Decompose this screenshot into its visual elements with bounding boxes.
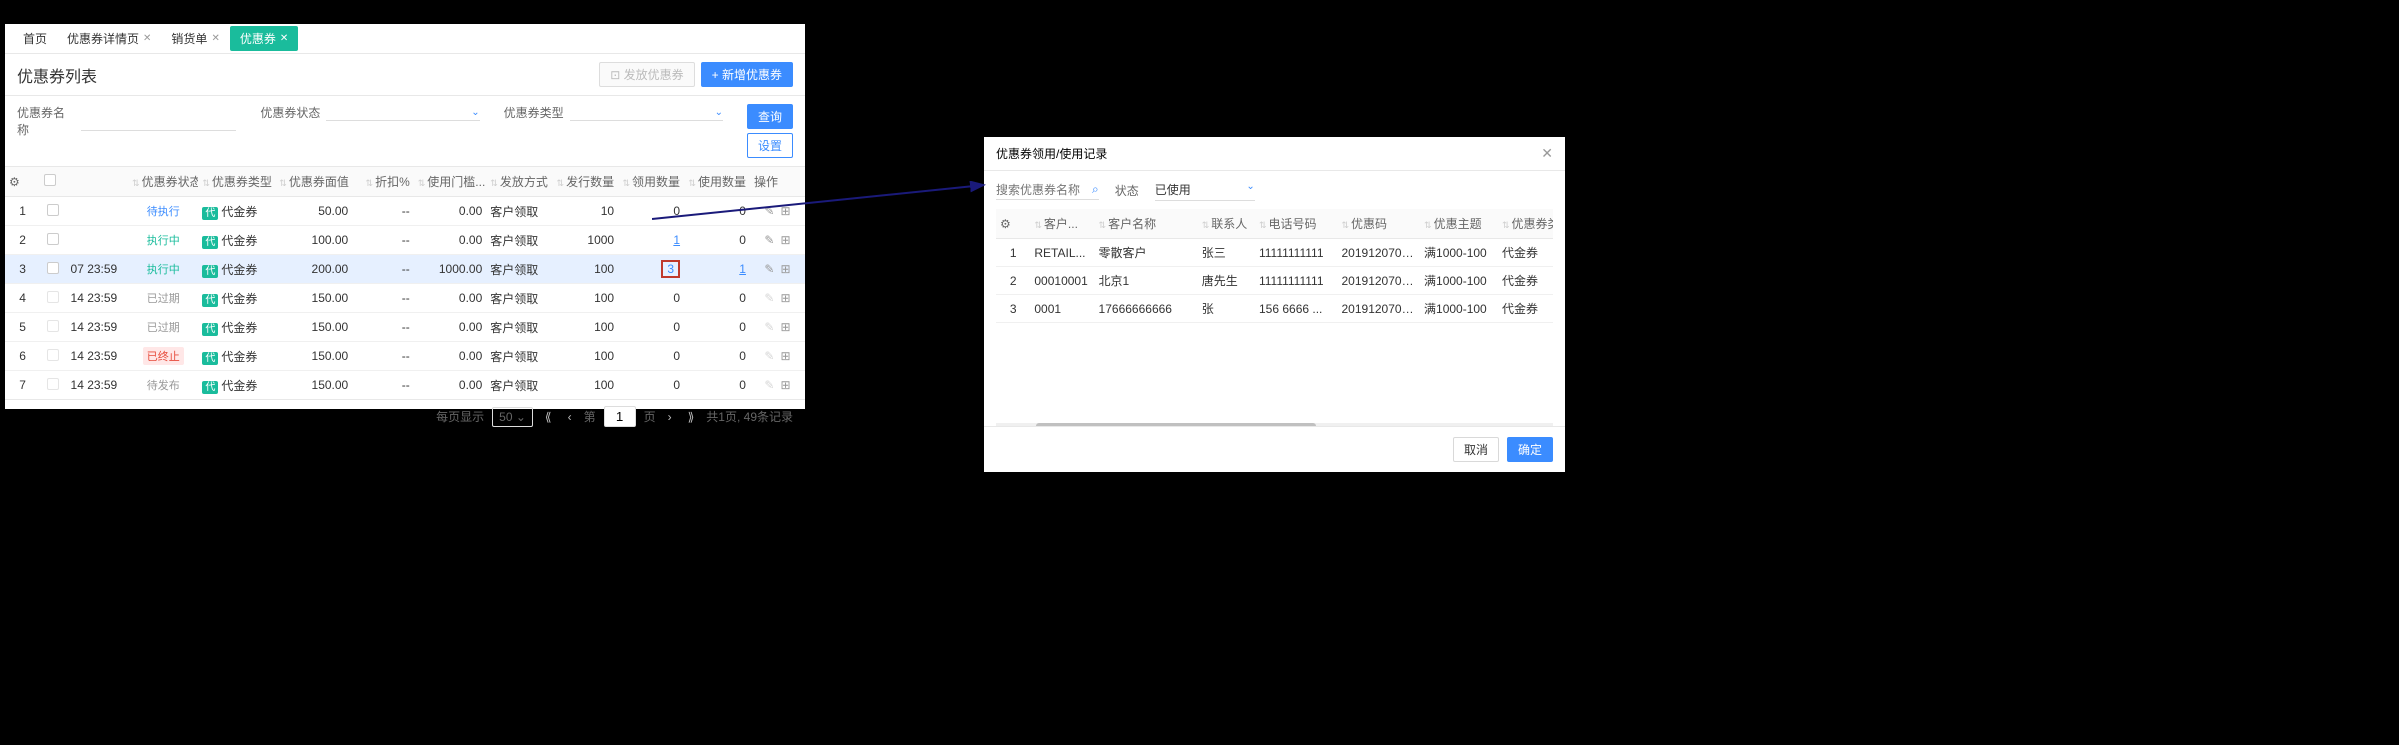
type-badge: 代: [202, 323, 218, 336]
add-coupon-button[interactable]: + 新增优惠券: [701, 62, 793, 87]
gear-icon[interactable]: ⚙: [1000, 217, 1011, 231]
table-row[interactable]: 6 14 23:59 已终止 代代金券 150.00 -- 0.00 客户领取 …: [5, 342, 805, 371]
confirm-button[interactable]: 确定: [1507, 437, 1553, 462]
edit-icon: ✎: [764, 291, 774, 305]
close-icon[interactable]: ✕: [280, 33, 288, 44]
status-badge: 待执行: [143, 202, 183, 220]
cancel-button[interactable]: 取消: [1453, 437, 1499, 462]
status-badge: 已终止: [143, 347, 184, 365]
filter-name-label: 优惠券名称: [17, 104, 75, 138]
filter-type-label: 优惠券类型: [504, 104, 564, 121]
filter-name-input[interactable]: [81, 112, 236, 131]
status-badge: 执行中: [143, 260, 183, 278]
chevron-down-icon: ⌄: [715, 107, 723, 118]
page-input[interactable]: [604, 406, 636, 427]
qr-icon[interactable]: ⊞: [780, 320, 790, 334]
status-badge: 已过期: [143, 289, 183, 307]
qr-icon[interactable]: ⊞: [780, 291, 790, 305]
tab-bar: 首页优惠券详情页✕销货单✕优惠券✕: [5, 24, 805, 54]
type-badge: 代: [202, 265, 218, 278]
type-badge: 代: [202, 207, 218, 220]
filter-status-label: 优惠券状态: [260, 104, 320, 121]
claimed-count-highlight[interactable]: 3: [661, 260, 680, 278]
edit-icon: ✎: [764, 320, 774, 334]
chevron-down-icon: ⌄: [471, 107, 479, 118]
page-title: 优惠券列表: [17, 63, 97, 87]
modal-status-select[interactable]: 已使用⌄: [1155, 179, 1255, 201]
tab[interactable]: 销货单✕: [161, 26, 229, 51]
row-checkbox[interactable]: [47, 349, 59, 361]
edit-icon: ✎: [764, 378, 774, 392]
filter-type-select[interactable]: ⌄: [570, 105, 723, 121]
qr-icon[interactable]: ⊞: [780, 378, 790, 392]
row-checkbox[interactable]: [47, 378, 59, 390]
search-input[interactable]: [996, 183, 1086, 197]
status-badge: 已过期: [143, 318, 183, 336]
pagination: 每页显示 50 ⌄ ⟪ ‹ 第 页 › ⟫ 共1页, 49条记录: [5, 399, 805, 433]
row-checkbox[interactable]: [47, 233, 59, 245]
edit-icon: ✎: [764, 349, 774, 363]
edit-icon[interactable]: ✎: [764, 233, 774, 247]
table-row[interactable]: 1 待执行 代代金券 50.00 -- 0.00 客户领取 10 0 0 ✎⊞: [5, 197, 805, 226]
table-row[interactable]: 2 执行中 代代金券 100.00 -- 0.00 客户领取 1000 1 0 …: [5, 226, 805, 255]
close-icon[interactable]: ✕: [143, 33, 151, 44]
type-badge: 代: [202, 352, 218, 365]
row-checkbox[interactable]: [47, 204, 59, 216]
first-page-icon[interactable]: ⟪: [541, 410, 556, 424]
query-button[interactable]: 查询: [747, 104, 793, 129]
qr-icon[interactable]: ⊞: [780, 233, 790, 247]
qr-icon[interactable]: ⊞: [780, 262, 790, 276]
page-size-select[interactable]: 50 ⌄: [492, 407, 533, 427]
last-page-icon[interactable]: ⟫: [684, 410, 699, 424]
type-badge: 代: [202, 381, 218, 394]
qr-icon[interactable]: ⊞: [780, 349, 790, 363]
table-row[interactable]: 1RETAIL...零散客户 张三111111111112019120701..…: [996, 239, 1553, 267]
table-row[interactable]: 3 07 23:59 执行中 代代金券 200.00 -- 1000.00 客户…: [5, 255, 805, 284]
type-badge: 代: [202, 236, 218, 249]
table-row[interactable]: 200010001北京1 唐先生111111111112019120701...…: [996, 267, 1553, 295]
search-icon[interactable]: ⌕: [1092, 182, 1099, 197]
close-icon[interactable]: ✕: [1541, 145, 1553, 162]
claimed-link[interactable]: 1: [673, 233, 680, 247]
row-checkbox[interactable]: [47, 291, 59, 303]
usage-table: ⚙ ⇅客户... ⇅客户名称 ⇅联系人 ⇅电话号码 ⇅优惠码 ⇅优惠主题 ⇅优惠…: [996, 209, 1553, 323]
next-page-icon[interactable]: ›: [664, 410, 676, 424]
prev-page-icon[interactable]: ‹: [564, 410, 576, 424]
filter-status-select[interactable]: ⌄: [326, 105, 479, 121]
table-row[interactable]: 3000117666666666 张156 6666 ...2019120701…: [996, 295, 1553, 323]
chevron-down-icon: ⌄: [1246, 181, 1254, 198]
status-badge: 待发布: [143, 376, 183, 394]
qr-icon[interactable]: ⊞: [780, 204, 790, 218]
type-badge: 代: [202, 294, 218, 307]
table-row[interactable]: 4 14 23:59 已过期 代代金券 150.00 -- 0.00 客户领取 …: [5, 284, 805, 313]
tab[interactable]: 优惠券详情页✕: [57, 26, 161, 51]
used-link[interactable]: 1: [739, 262, 746, 276]
select-all-checkbox[interactable]: [44, 174, 56, 186]
gear-icon[interactable]: ⚙: [9, 175, 20, 189]
tab[interactable]: 优惠券✕: [230, 26, 298, 51]
settings-button[interactable]: 设置: [747, 133, 793, 158]
edit-icon[interactable]: ✎: [764, 262, 774, 276]
issue-coupon-button[interactable]: ⊡ 发放优惠券: [599, 62, 694, 87]
close-icon[interactable]: ✕: [211, 33, 219, 44]
tab[interactable]: 首页: [13, 26, 57, 51]
row-checkbox[interactable]: [47, 262, 59, 274]
modal-title: 优惠券领用/使用记录: [996, 145, 1107, 162]
edit-icon[interactable]: ✎: [764, 204, 774, 218]
table-row[interactable]: 7 14 23:59 待发布 代代金券 150.00 -- 0.00 客户领取 …: [5, 371, 805, 400]
status-badge: 执行中: [143, 231, 183, 249]
coupon-table: ⚙ ⇅优惠券状态 ⇅优惠券类型 ⇅优惠券面值 ⇅折扣% ⇅使用门槛... ⇅发放…: [5, 167, 805, 399]
row-checkbox[interactable]: [47, 320, 59, 332]
modal-status-label: 状态: [1115, 182, 1139, 199]
pagination-summary: 共1页, 49条记录: [706, 408, 793, 425]
table-row[interactable]: 5 14 23:59 已过期 代代金券 150.00 -- 0.00 客户领取 …: [5, 313, 805, 342]
